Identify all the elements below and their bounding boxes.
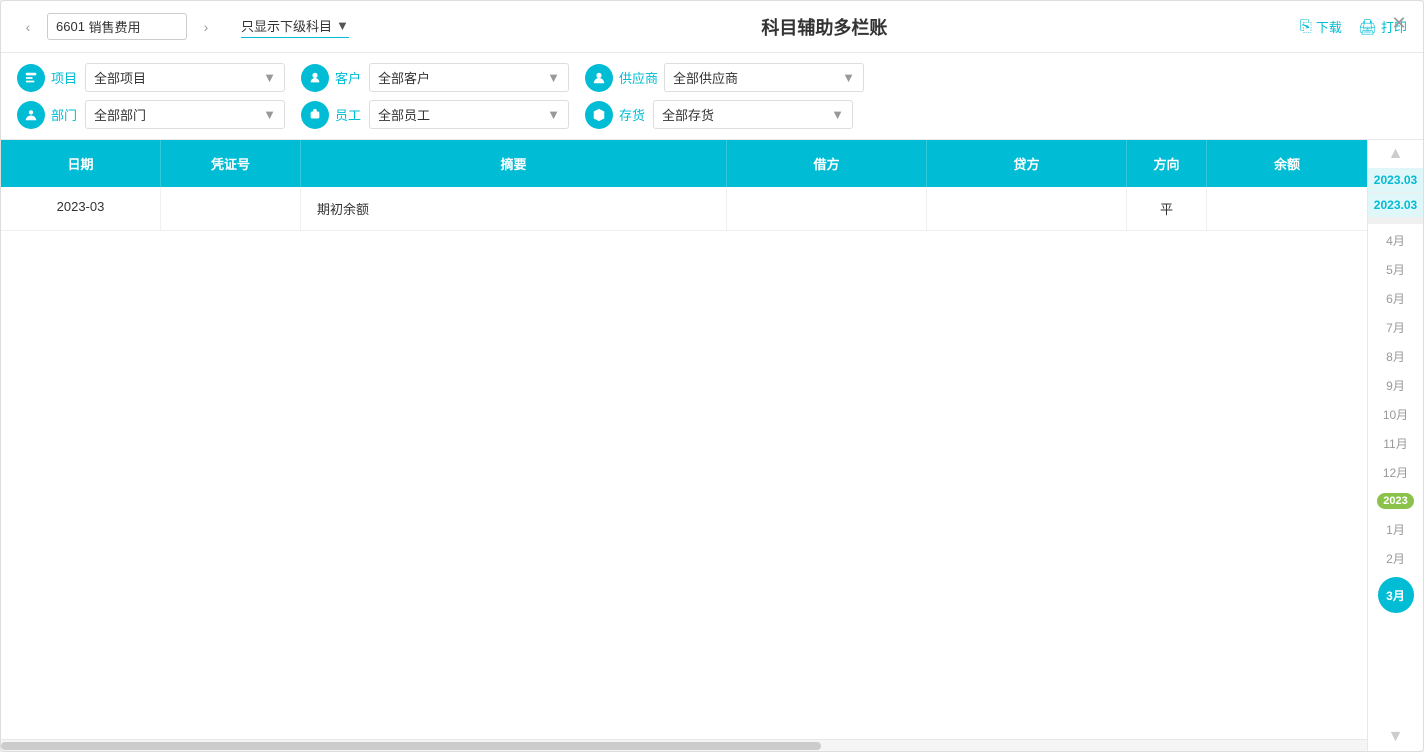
project-label: 项目 <box>51 68 79 87</box>
supplier-label: 供应商 <box>619 68 658 87</box>
customer-label: 客户 <box>335 68 363 87</box>
account-name: 销售费用 <box>89 17 141 36</box>
supplier-arrow-icon: ▼ <box>842 70 855 85</box>
print-icon: 🖨 <box>1358 18 1377 36</box>
employee-select[interactable]: 全部员工 ▼ <box>369 100 569 129</box>
col-date: 日期 <box>1 140 161 187</box>
cell-date: 2023-03 <box>1 187 161 230</box>
month-6[interactable]: 6月 <box>1368 284 1423 313</box>
year-badge: 2023 <box>1377 493 1413 509</box>
col-balance: 余额 <box>1207 140 1367 187</box>
month-11[interactable]: 11月 <box>1368 429 1423 458</box>
month-12[interactable]: 12月 <box>1368 458 1423 487</box>
inventory-value: 全部存货 <box>662 105 714 124</box>
next-account-button[interactable]: › <box>195 16 217 38</box>
download-label: 下载 <box>1316 17 1342 36</box>
month-list: 4月 5月 6月 7月 8月 9月 10月 11月 12月 2023 1月 2月… <box>1368 224 1423 723</box>
main-window: ‹ 6601 销售费用 › 只显示下级科目 ▼ 科目辅助多栏账 ⎘ 下载 🖨 打… <box>0 0 1424 752</box>
month-panel: ▲ 2023.03 2023.03 4月 5月 6月 7月 8月 9月 10月 … <box>1367 140 1423 751</box>
download-button[interactable]: ⎘ 下载 <box>1300 17 1342 36</box>
employee-arrow-icon: ▼ <box>547 107 560 122</box>
month-10[interactable]: 10月 <box>1368 400 1423 429</box>
col-summary: 摘要 <box>301 140 727 187</box>
dept-select[interactable]: 全部部门 ▼ <box>85 100 285 129</box>
title-bar: ‹ 6601 销售费用 › 只显示下级科目 ▼ 科目辅助多栏账 ⎘ 下载 🖨 打… <box>1 1 1423 53</box>
filter-item-employee: 员工 全部员工 ▼ <box>301 100 569 129</box>
customer-value: 全部客户 <box>378 68 430 87</box>
col-credit: 贷方 <box>927 140 1127 187</box>
table-row[interactable]: 2023-03 期初余额 平 <box>1 187 1367 231</box>
period-entry-1[interactable]: 2023.03 <box>1368 168 1423 193</box>
filter-item-supplier: 供应商 全部供应商 ▼ <box>585 63 864 92</box>
table-body: 2023-03 期初余额 平 <box>1 187 1367 739</box>
scrollbar-thumb <box>1 742 821 750</box>
supplier-select[interactable]: 全部供应商 ▼ <box>664 63 864 92</box>
month-panel-down-button[interactable]: ▼ <box>1368 723 1423 751</box>
dept-value: 全部部门 <box>94 105 146 124</box>
filter-row-2: 部门 全部部门 ▼ 员工 全部员工 ▼ <box>17 100 1407 129</box>
cell-balance <box>1207 187 1367 230</box>
month-1[interactable]: 1月 <box>1368 515 1423 544</box>
inventory-arrow-icon: ▼ <box>831 107 844 122</box>
col-debit: 借方 <box>727 140 927 187</box>
table-header: 日期 凭证号 摘要 借方 贷方 方向 余额 <box>1 140 1367 187</box>
chevron-down-icon: ▼ <box>336 18 349 33</box>
cell-summary: 期初余额 <box>301 187 727 230</box>
page-title: 科目辅助多栏账 <box>357 14 1292 40</box>
inventory-icon <box>585 101 613 129</box>
dept-arrow-icon: ▼ <box>263 107 276 122</box>
inventory-label: 存货 <box>619 105 647 124</box>
filter-row-1: 项目 全部项目 ▼ 客户 全部客户 ▼ <box>17 63 1407 92</box>
project-value: 全部项目 <box>94 68 146 87</box>
main-content: 日期 凭证号 摘要 借方 贷方 方向 余额 2023-03 期初余额 平 <box>1 140 1423 751</box>
customer-select[interactable]: 全部客户 ▼ <box>369 63 569 92</box>
supplier-value: 全部供应商 <box>673 68 738 87</box>
supplier-icon <box>585 64 613 92</box>
cell-credit <box>927 187 1127 230</box>
cell-direction: 平 <box>1127 187 1207 230</box>
col-direction: 方向 <box>1127 140 1207 187</box>
employee-value: 全部员工 <box>378 105 430 124</box>
project-select[interactable]: 全部项目 ▼ <box>85 63 285 92</box>
show-sub-dropdown[interactable]: 只显示下级科目 ▼ <box>241 16 349 38</box>
horizontal-scrollbar[interactable] <box>1 739 1367 751</box>
cell-debit <box>727 187 927 230</box>
cell-voucher <box>161 187 301 230</box>
period-entry-2[interactable]: 2023.03 <box>1368 193 1423 218</box>
month-2[interactable]: 2月 <box>1368 544 1423 573</box>
dept-label: 部门 <box>51 105 79 124</box>
month-panel-up-button[interactable]: ▲ <box>1368 140 1423 168</box>
month-4[interactable]: 4月 <box>1368 226 1423 255</box>
project-arrow-icon: ▼ <box>263 70 276 85</box>
filter-item-project: 项目 全部项目 ▼ <box>17 63 285 92</box>
project-icon <box>17 64 45 92</box>
inventory-select[interactable]: 全部存货 ▼ <box>653 100 853 129</box>
month-9[interactable]: 9月 <box>1368 371 1423 400</box>
month-8[interactable]: 8月 <box>1368 342 1423 371</box>
filter-area: 项目 全部项目 ▼ 客户 全部客户 ▼ <box>1 53 1423 140</box>
close-button[interactable]: ✕ <box>1387 11 1411 35</box>
month-7[interactable]: 7月 <box>1368 313 1423 342</box>
table-area: 日期 凭证号 摘要 借方 贷方 方向 余额 2023-03 期初余额 平 <box>1 140 1367 751</box>
customer-icon <box>301 64 329 92</box>
filter-item-inventory: 存货 全部存货 ▼ <box>585 100 853 129</box>
filter-item-customer: 客户 全部客户 ▼ <box>301 63 569 92</box>
filter-item-dept: 部门 全部部门 ▼ <box>17 100 285 129</box>
download-icon: ⎘ <box>1300 18 1312 35</box>
employee-icon <box>301 101 329 129</box>
col-voucher: 凭证号 <box>161 140 301 187</box>
customer-arrow-icon: ▼ <box>547 70 560 85</box>
month-5[interactable]: 5月 <box>1368 255 1423 284</box>
show-sub-label: 只显示下级科目 <box>241 16 332 35</box>
employee-label: 员工 <box>335 105 363 124</box>
account-code-box: 6601 销售费用 <box>47 13 187 40</box>
dept-icon <box>17 101 45 129</box>
month-3-active[interactable]: 3月 <box>1378 577 1414 613</box>
prev-account-button[interactable]: ‹ <box>17 16 39 38</box>
account-code: 6601 <box>56 19 85 34</box>
